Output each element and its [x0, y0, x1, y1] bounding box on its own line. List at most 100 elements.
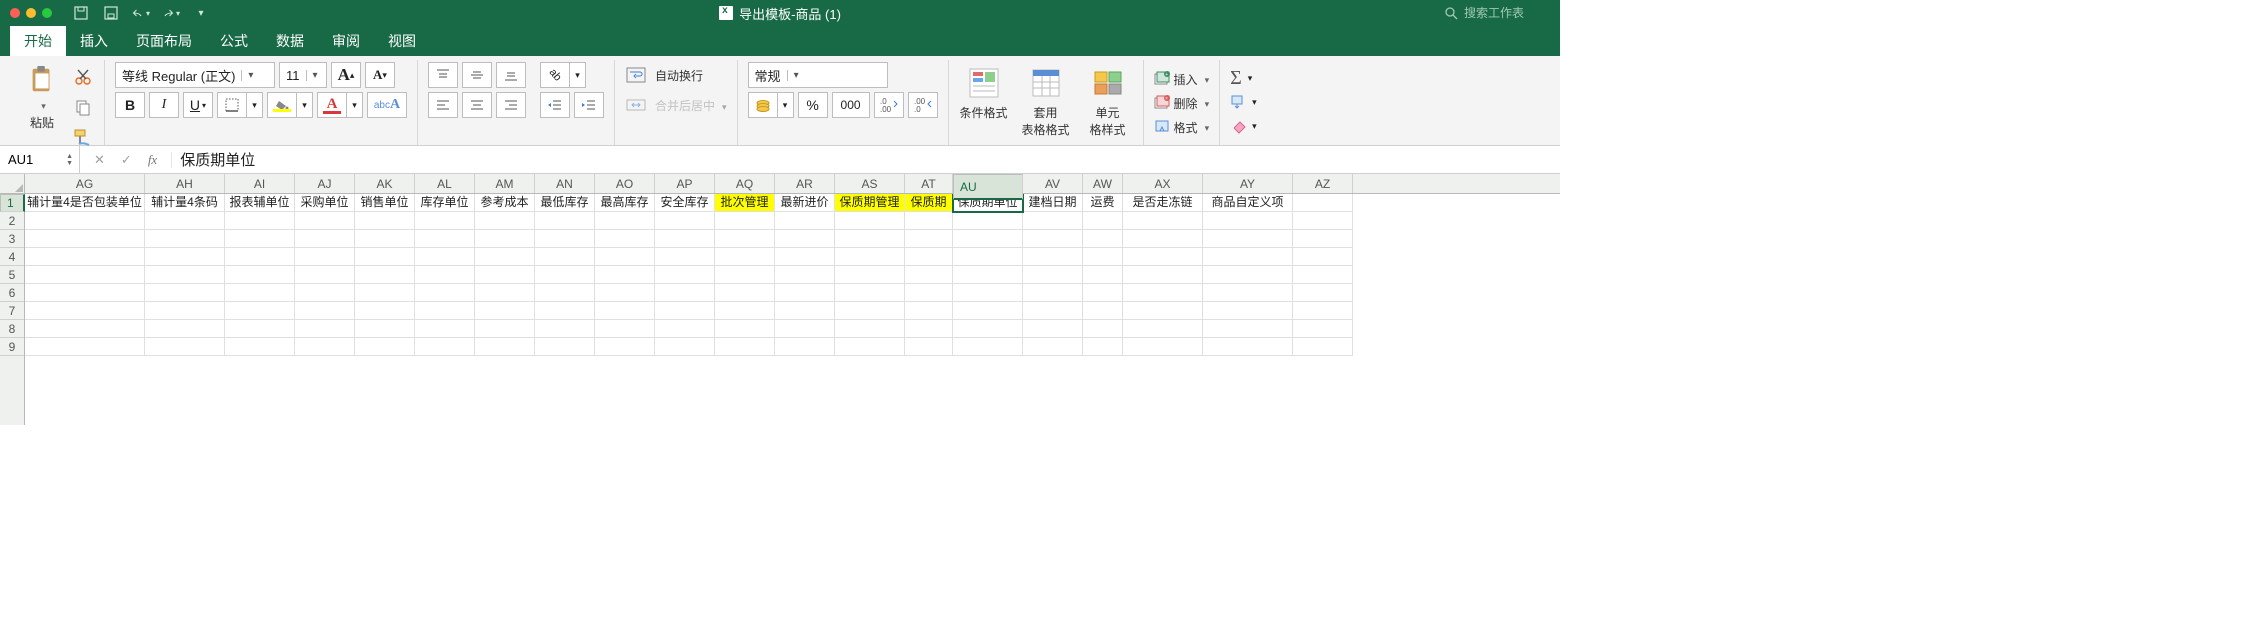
cell-AY2[interactable] — [1203, 212, 1293, 230]
name-box-spinner[interactable]: ▲▼ — [66, 153, 73, 167]
cell-AK6[interactable] — [355, 284, 415, 302]
col-header-AS[interactable]: AS — [835, 174, 905, 193]
cell-AT6[interactable] — [905, 284, 953, 302]
cell-AM6[interactable] — [475, 284, 535, 302]
cell-AQ5[interactable] — [715, 266, 775, 284]
cell-AU2[interactable] — [953, 212, 1023, 230]
cell-AK2[interactable] — [355, 212, 415, 230]
cell-AO5[interactable] — [595, 266, 655, 284]
cell-AT5[interactable] — [905, 266, 953, 284]
cell-AH1[interactable]: 辅计量4条码 — [145, 194, 225, 212]
grow-font-button[interactable]: A▴ — [331, 62, 361, 88]
cell-AI1[interactable]: 报表辅单位 — [225, 194, 295, 212]
cell-AQ2[interactable] — [715, 212, 775, 230]
copy-button[interactable] — [72, 96, 94, 118]
tab-页面布局[interactable]: 页面布局 — [122, 26, 206, 56]
undo-button[interactable] — [132, 4, 150, 22]
cell-AZ7[interactable] — [1293, 302, 1353, 320]
cell-AW9[interactable] — [1083, 338, 1123, 356]
font-color-button[interactable]: A▾ — [317, 92, 363, 118]
cell-AS5[interactable] — [835, 266, 905, 284]
minimize-icon[interactable] — [26, 8, 36, 18]
cell-AI3[interactable] — [225, 230, 295, 248]
decrease-indent-button[interactable] — [540, 92, 570, 118]
cell-AW2[interactable] — [1083, 212, 1123, 230]
redo-button[interactable] — [162, 4, 180, 22]
cell-AZ9[interactable] — [1293, 338, 1353, 356]
cell-AG5[interactable] — [25, 266, 145, 284]
tab-审阅[interactable]: 审阅 — [318, 26, 374, 56]
cell-AV7[interactable] — [1023, 302, 1083, 320]
col-header-AN[interactable]: AN — [535, 174, 595, 193]
cell-AT7[interactable] — [905, 302, 953, 320]
cell-AV2[interactable] — [1023, 212, 1083, 230]
cell-AG4[interactable] — [25, 248, 145, 266]
row-header-4[interactable]: 4 — [0, 248, 24, 266]
cell-AH2[interactable] — [145, 212, 225, 230]
cell-AI6[interactable] — [225, 284, 295, 302]
cell-AH7[interactable] — [145, 302, 225, 320]
cell-AJ7[interactable] — [295, 302, 355, 320]
cell-AS7[interactable] — [835, 302, 905, 320]
cell-AP8[interactable] — [655, 320, 715, 338]
cell-AT2[interactable] — [905, 212, 953, 230]
cell-AQ4[interactable] — [715, 248, 775, 266]
delete-button[interactable]: ×删除 — [1154, 90, 1210, 114]
cell-AZ8[interactable] — [1293, 320, 1353, 338]
cell-AQ7[interactable] — [715, 302, 775, 320]
tab-公式[interactable]: 公式 — [206, 26, 262, 56]
cell-AT8[interactable] — [905, 320, 953, 338]
shrink-font-button[interactable]: A▾ — [365, 62, 395, 88]
cell-AR5[interactable] — [775, 266, 835, 284]
cell-AR3[interactable] — [775, 230, 835, 248]
cell-AI5[interactable] — [225, 266, 295, 284]
cell-AN3[interactable] — [535, 230, 595, 248]
clear-button[interactable]: ▾ — [1230, 114, 1257, 138]
cell-AM7[interactable] — [475, 302, 535, 320]
cell-AU6[interactable] — [953, 284, 1023, 302]
col-header-AJ[interactable]: AJ — [295, 174, 355, 193]
cell-AM5[interactable] — [475, 266, 535, 284]
cell-AY7[interactable] — [1203, 302, 1293, 320]
cell-AG2[interactable] — [25, 212, 145, 230]
cell-AU9[interactable] — [953, 338, 1023, 356]
cell-AU5[interactable] — [953, 266, 1023, 284]
merge-center-button[interactable]: 合并后居中 — [655, 97, 715, 114]
cell-AK9[interactable] — [355, 338, 415, 356]
bold-button[interactable]: B — [115, 92, 145, 118]
cell-AH4[interactable] — [145, 248, 225, 266]
cell-AR2[interactable] — [775, 212, 835, 230]
format-table-button[interactable]: 套用 表格格式 — [1021, 66, 1071, 138]
col-header-AY[interactable]: AY — [1203, 174, 1293, 193]
borders-button[interactable]: ▾ — [217, 92, 263, 118]
format-button[interactable]: 格式 — [1154, 114, 1210, 138]
cell-AX7[interactable] — [1123, 302, 1203, 320]
col-header-AR[interactable]: AR — [775, 174, 835, 193]
cell-AR9[interactable] — [775, 338, 835, 356]
cell-AY9[interactable] — [1203, 338, 1293, 356]
format-painter-button[interactable] — [72, 126, 94, 148]
col-header-AP[interactable]: AP — [655, 174, 715, 193]
cell-AR8[interactable] — [775, 320, 835, 338]
cell-AU4[interactable] — [953, 248, 1023, 266]
cell-AO8[interactable] — [595, 320, 655, 338]
col-header-AV[interactable]: AV — [1023, 174, 1083, 193]
col-header-AI[interactable]: AI — [225, 174, 295, 193]
cell-AR1[interactable]: 最新进价 — [775, 194, 835, 212]
cell-AQ9[interactable] — [715, 338, 775, 356]
fx-icon[interactable]: fx — [148, 152, 157, 168]
cell-AP1[interactable]: 安全库存 — [655, 194, 715, 212]
cell-AQ6[interactable] — [715, 284, 775, 302]
cell-AN8[interactable] — [535, 320, 595, 338]
cell-AQ1[interactable]: 批次管理 — [715, 194, 775, 212]
cell-AW7[interactable] — [1083, 302, 1123, 320]
cell-AT1[interactable]: 保质期 — [905, 194, 953, 212]
formula-input[interactable]: 保质期单位 — [172, 149, 1560, 170]
cell-AZ6[interactable] — [1293, 284, 1353, 302]
cell-AQ3[interactable] — [715, 230, 775, 248]
cell-AM2[interactable] — [475, 212, 535, 230]
cell-AZ2[interactable] — [1293, 212, 1353, 230]
cell-AK4[interactable] — [355, 248, 415, 266]
cell-AO7[interactable] — [595, 302, 655, 320]
cell-AZ4[interactable] — [1293, 248, 1353, 266]
